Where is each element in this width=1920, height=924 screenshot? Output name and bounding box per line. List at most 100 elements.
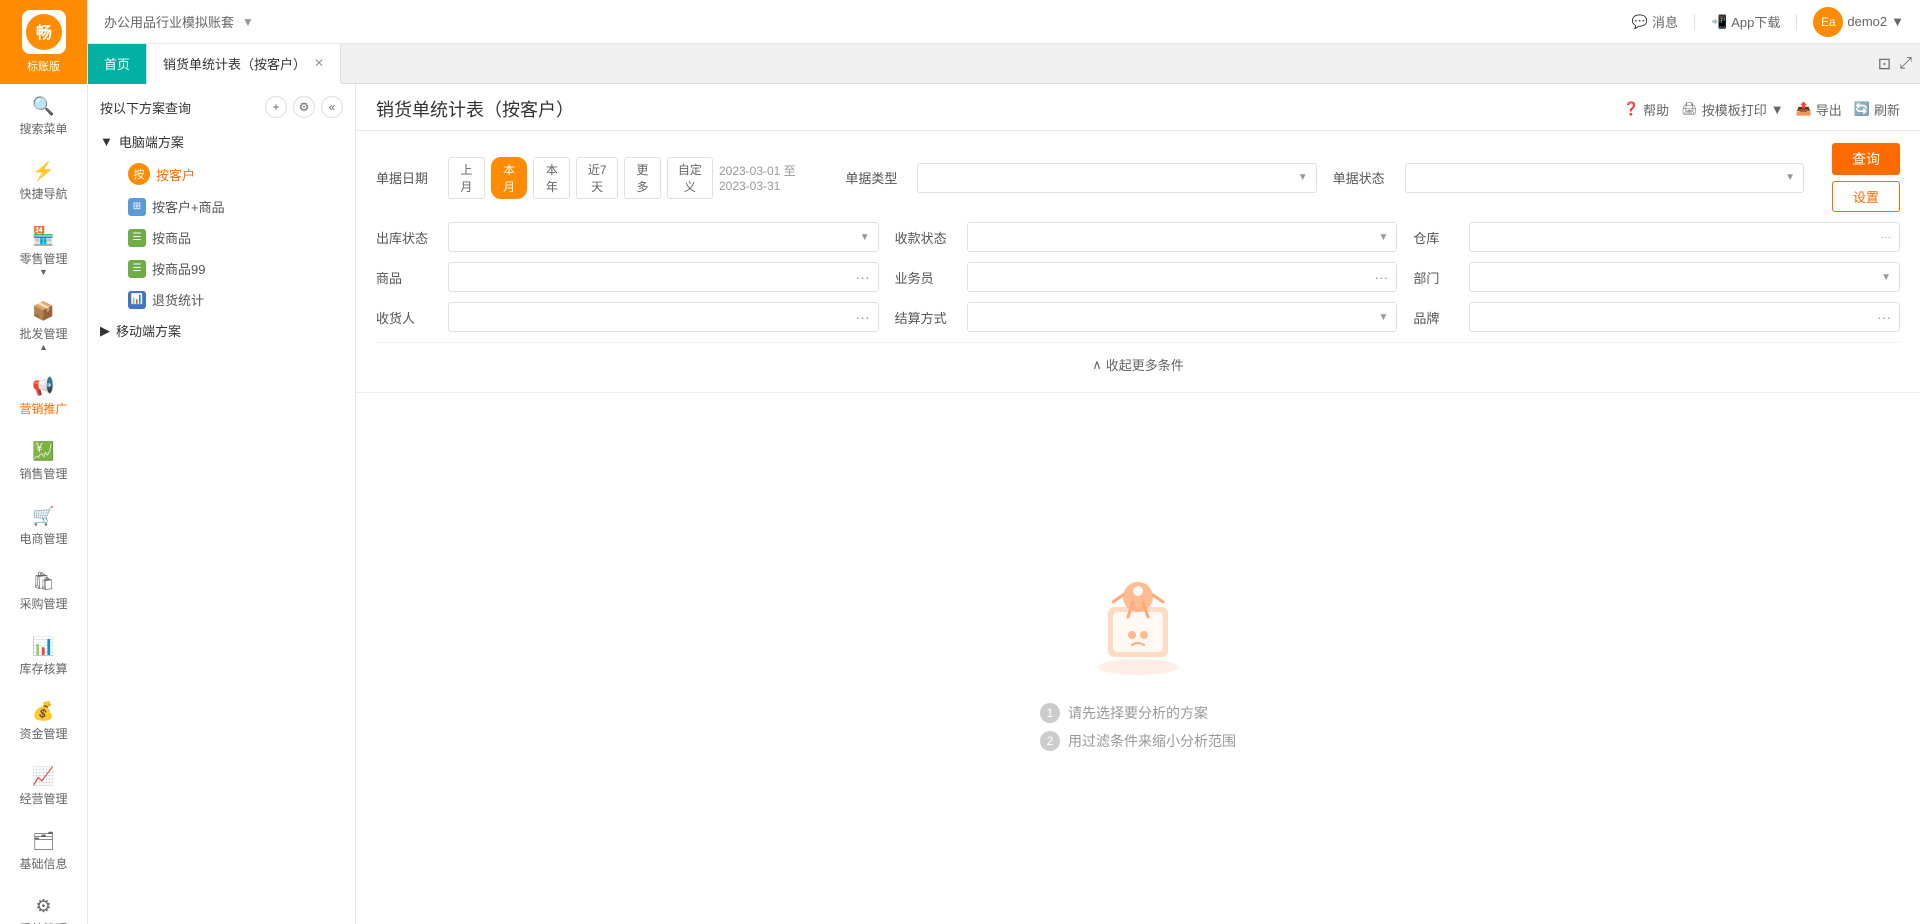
query-actions: 查询 设置 — [1820, 143, 1900, 212]
payment-method-select[interactable]: ▼ — [967, 302, 1398, 332]
message-icon: 💬 — [1632, 14, 1648, 30]
date-range-display: 2023-03-01 至 2023-03-31 — [719, 162, 829, 193]
tree-group-mobile-label: 移动端方案 — [116, 321, 181, 340]
tab-sales-stats[interactable]: 销货单统计表（按客户） ✕ — [147, 44, 341, 84]
settings-scheme-button[interactable]: ⚙ — [293, 96, 315, 118]
by-goods-icon: ☰ — [128, 229, 146, 247]
sidebar-item-search[interactable]: 🔍 搜索菜单 — [0, 84, 87, 149]
date-label: 单据日期 — [376, 168, 432, 187]
help-button[interactable]: ❓ 帮助 — [1623, 100, 1669, 119]
tree-child-return-stats[interactable]: 📊 退货统计 — [88, 284, 355, 315]
refresh-icon: 🔄 — [1854, 101, 1870, 117]
sidebar-item-inventory[interactable]: 📊 库存核算 — [0, 624, 87, 689]
tree-child-by-customer-goods[interactable]: ⊞ 按客户+商品 — [88, 191, 355, 222]
sidebar-item-basic[interactable]: 🗂 基础信息 — [0, 819, 87, 884]
sidebar-item-sales[interactable]: 💹 销售管理 — [0, 429, 87, 494]
order-status-arrow: ▼ — [1785, 172, 1795, 183]
user-menu[interactable]: Ea demo2 ▼ — [1813, 7, 1904, 37]
payment-method-arrow: ▼ — [1378, 312, 1388, 323]
tip-1-text: 请先选择要分析的方案 — [1068, 703, 1208, 723]
brand-select[interactable]: ··· — [1469, 302, 1900, 332]
date-btn-last-month[interactable]: 上月 — [448, 157, 485, 199]
sidebar-menu: 🔍 搜索菜单 ⚡ 快捷导航 🏪 零售管理 ▼ 📦 批发管理 ▲ 📢 营销推广 💹… — [0, 84, 87, 924]
tree-child-by-goods[interactable]: ☰ 按商品 — [88, 222, 355, 253]
refresh-button[interactable]: 🔄 刷新 — [1854, 100, 1900, 119]
date-btn-more[interactable]: 更多 — [624, 157, 661, 199]
return-stats-icon: 📊 — [128, 291, 146, 309]
filter-row-2: 出库状态 ▼ 收款状态 ▼ 仓库 ··· — [376, 222, 1900, 252]
out-status-select[interactable]: ▼ — [448, 222, 879, 252]
receipt-status-select[interactable]: ▼ — [967, 222, 1398, 252]
header-title: 办公用品行业模拟账套 — [104, 12, 234, 31]
salesperson-dots[interactable]: ··· — [1374, 269, 1388, 285]
tab-home[interactable]: 首页 — [88, 44, 147, 84]
tab-bar: 首页 销货单统计表（按客户） ✕ ⊡ ⤢ — [88, 44, 1920, 84]
logo-text: 标账版 — [27, 58, 60, 74]
download-icon: 📲 — [1711, 14, 1727, 30]
tree-child-by-customer[interactable]: 按 按客户 — [88, 157, 355, 191]
collapse-up-icon: ∧ — [1092, 357, 1102, 373]
sidebar-item-retail[interactable]: 🏪 零售管理 ▼ — [0, 214, 87, 289]
goods-dots[interactable]: ··· — [856, 269, 870, 285]
warehouse-dots: ··· — [1881, 232, 1891, 243]
sidebar-item-marketing[interactable]: 📢 营销推广 — [0, 364, 87, 429]
warehouse-select[interactable]: ··· — [1469, 222, 1900, 252]
department-label: 部门 — [1413, 268, 1453, 287]
sidebar-item-purchase[interactable]: 🛍 采购管理 — [0, 559, 87, 624]
query-button[interactable]: 查询 — [1832, 143, 1900, 175]
tab-close-icon[interactable]: ✕ — [314, 56, 324, 70]
sidebar-item-operations[interactable]: 📈 经营管理 — [0, 754, 87, 819]
tree-group-mobile-header[interactable]: ▶ 移动端方案 — [88, 315, 355, 346]
add-scheme-button[interactable]: + — [265, 96, 287, 118]
page-title: 销货单统计表（按客户） — [376, 96, 574, 122]
basic-icon: 🗂 — [32, 831, 55, 852]
empty-tips: 1 请先选择要分析的方案 2 用过滤条件来缩小分析范围 — [1040, 703, 1236, 751]
sidebar-item-system[interactable]: ⚙ 系统管理 — [0, 884, 87, 924]
left-panel-header: 按以下方案查询 + ⚙ « — [88, 96, 355, 126]
export-button[interactable]: 📤 导出 — [1796, 100, 1842, 119]
date-btn-this-month[interactable]: 本月 — [491, 157, 528, 199]
logo-area[interactable]: 畅 标账版 — [0, 0, 87, 84]
content-wrapper: 按以下方案查询 + ⚙ « ▼ 电脑端方案 按 按客户 ⊞ — [88, 84, 1920, 924]
window-restore-button[interactable]: ⊡ — [1878, 54, 1891, 74]
order-type-select[interactable]: ▼ — [917, 163, 1316, 193]
tree-group-pc: ▼ 电脑端方案 按 按客户 ⊞ 按客户+商品 ☰ 按商品 ☰ 按商品99 — [88, 126, 355, 315]
divider2 — [1796, 14, 1797, 30]
date-btn-7days[interactable]: 近7天 — [576, 157, 618, 199]
template-print-button[interactable]: 🖨 按模板打印 ▼ — [1681, 100, 1783, 119]
filter-row-4: 收货人 ··· 结算方式 ▼ 品牌 ··· — [376, 302, 1900, 332]
date-btn-this-year[interactable]: 本年 — [533, 157, 570, 199]
search-icon: 🔍 — [32, 96, 54, 117]
consignee-select[interactable]: ··· — [448, 302, 879, 332]
salesperson-select[interactable]: ··· — [967, 262, 1398, 292]
tab-bar-right: ⊡ ⤢ — [341, 54, 1920, 74]
inventory-icon: 📊 — [32, 636, 54, 657]
message-button[interactable]: 💬 消息 — [1632, 12, 1678, 31]
tree-group-pc-label: 电脑端方案 — [119, 132, 184, 151]
app-download-button[interactable]: 📲 App下载 — [1711, 12, 1780, 31]
sidebar-item-quicknav[interactable]: ⚡ 快捷导航 — [0, 149, 87, 214]
left-panel-actions: + ⚙ « — [265, 96, 343, 118]
department-arrow: ▼ — [1881, 272, 1891, 283]
settings-button[interactable]: 设置 — [1832, 181, 1900, 212]
print-icon: 🖨 — [1681, 101, 1698, 117]
sidebar-item-wholesale[interactable]: 📦 批发管理 ▲ — [0, 289, 87, 364]
department-select[interactable]: ▼ — [1469, 262, 1900, 292]
tree-child-by-goods-99[interactable]: ☰ 按商品99 — [88, 253, 355, 284]
goods-select[interactable]: ··· — [448, 262, 879, 292]
divider — [1694, 14, 1695, 30]
sidebar-item-ecommerce[interactable]: 🛒 电商管理 — [0, 494, 87, 559]
sales-icon: 💹 — [32, 441, 54, 462]
window-maximize-button[interactable]: ⤢ — [1899, 55, 1912, 73]
brand-dots[interactable]: ··· — [1877, 309, 1891, 325]
tree-group-pc-header[interactable]: ▼ 电脑端方案 — [88, 126, 355, 157]
header-dropdown[interactable]: ▼ — [242, 15, 254, 29]
order-status-select[interactable]: ▼ — [1405, 163, 1804, 193]
operations-icon: 📈 — [32, 766, 54, 787]
collapse-panel-button[interactable]: « — [321, 96, 343, 118]
sidebar-item-finance[interactable]: 💰 资金管理 — [0, 689, 87, 754]
avatar: Ea — [1813, 7, 1843, 37]
date-btn-custom[interactable]: 自定义 — [667, 157, 713, 199]
collapse-button[interactable]: ∧ 收起更多条件 — [1072, 349, 1204, 380]
consignee-dots[interactable]: ··· — [856, 309, 870, 325]
